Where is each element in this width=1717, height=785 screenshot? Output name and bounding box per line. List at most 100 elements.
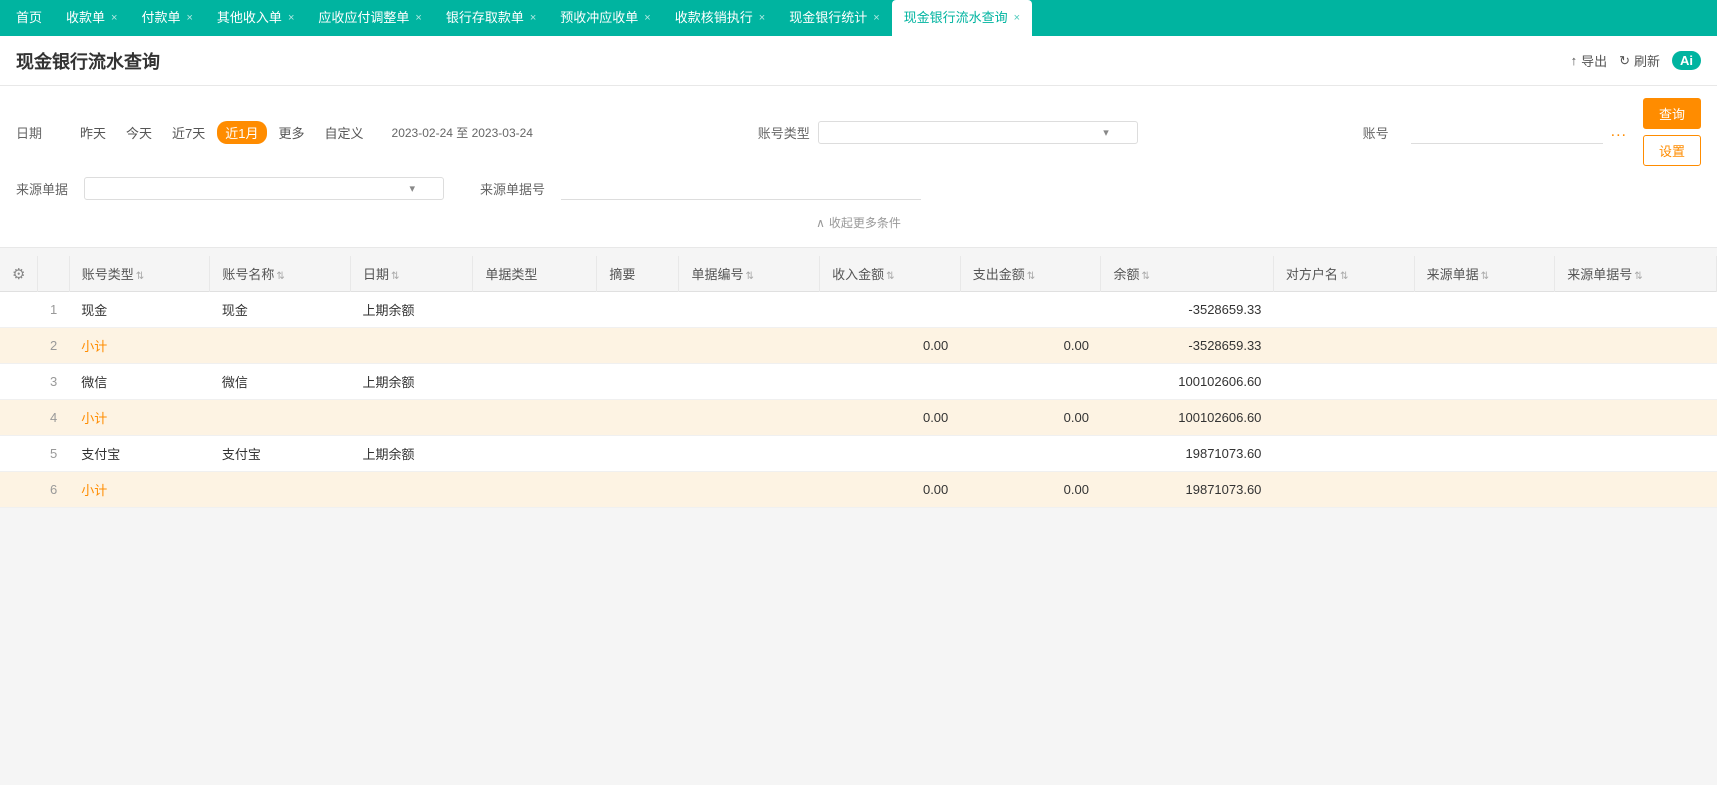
page-title: 现金银行流水查询 xyxy=(16,48,160,74)
chevron-down-icon2: ▾ xyxy=(409,182,415,195)
close-icon[interactable]: × xyxy=(186,0,192,36)
nav-tab-其他收入单[interactable]: 其他收入单× xyxy=(205,0,306,36)
col-账号名称[interactable]: 账号名称⇅ xyxy=(210,256,351,292)
source-doc-select[interactable]: ▾ xyxy=(84,177,444,200)
col-对方户名[interactable]: 对方户名⇅ xyxy=(1273,256,1414,292)
date-label: 日期 xyxy=(16,123,56,142)
date-option-今天[interactable]: 今天 xyxy=(118,121,160,144)
table-cell xyxy=(351,472,473,508)
table-cell: 支付宝 xyxy=(210,436,351,472)
table-cell xyxy=(1414,472,1555,508)
close-icon[interactable]: × xyxy=(288,0,294,36)
table-cell: 6 xyxy=(38,472,69,508)
table-row: 2小计0.000.00-3528659.33 xyxy=(0,328,1717,364)
sort-icon: ⇅ xyxy=(886,271,894,282)
query-button[interactable]: 查询 xyxy=(1643,98,1701,129)
nav-home[interactable]: 首页 xyxy=(4,0,54,36)
row-settings xyxy=(0,472,38,508)
table-cell: 小计 xyxy=(69,400,210,436)
date-option-自定义[interactable]: 自定义 xyxy=(317,121,372,144)
table-cell: 小计 xyxy=(69,472,210,508)
account-dots-button[interactable]: ... xyxy=(1611,123,1627,141)
action-buttons: 查询 设置 xyxy=(1643,98,1701,166)
refresh-icon: ↻ xyxy=(1619,53,1630,69)
sort-icon: ⇅ xyxy=(1340,271,1348,282)
table-cell: 0.00 xyxy=(960,328,1101,364)
date-options: 昨天今天近7天近1月更多自定义 xyxy=(72,121,372,144)
date-option-更多[interactable]: 更多 xyxy=(271,121,313,144)
nav-tab-付款单[interactable]: 付款单× xyxy=(129,0,204,36)
table-cell xyxy=(1273,364,1414,400)
table-cell xyxy=(960,436,1101,472)
sort-icon: ⇅ xyxy=(1481,271,1489,282)
table-cell: 5 xyxy=(38,436,69,472)
col-摘要: 摘要 xyxy=(597,256,679,292)
col-单据类型: 单据类型 xyxy=(473,256,597,292)
sort-icon: ⇅ xyxy=(1634,271,1642,282)
close-icon[interactable]: × xyxy=(1014,0,1020,36)
col-日期[interactable]: 日期⇅ xyxy=(351,256,473,292)
export-button[interactable]: ↑ 导出 xyxy=(1571,51,1608,70)
table-cell xyxy=(473,472,597,508)
table-cell xyxy=(679,328,820,364)
table-cell xyxy=(473,364,597,400)
col-余额[interactable]: 余额⇅ xyxy=(1101,256,1273,292)
header-actions: ↑ 导出 ↻ 刷新 Ai xyxy=(1571,51,1701,70)
date-range: 2023-02-24 至 2023-03-24 xyxy=(392,124,533,141)
table-cell: 19871073.60 xyxy=(1101,436,1273,472)
table-cell: 1 xyxy=(38,292,69,328)
account-type-label: 账号类型 xyxy=(758,123,810,142)
date-option-近7天[interactable]: 近7天 xyxy=(164,121,213,144)
export-icon: ↑ xyxy=(1571,53,1578,68)
table-cell: 0.00 xyxy=(820,400,961,436)
collapse-bar[interactable]: ∧ 收起更多条件 xyxy=(16,210,1701,235)
close-icon[interactable]: × xyxy=(415,0,421,36)
col-收入金额[interactable]: 收入金额⇅ xyxy=(820,256,961,292)
account-input[interactable] xyxy=(1411,120,1603,144)
table-cell: 0.00 xyxy=(960,400,1101,436)
date-option-近1月[interactable]: 近1月 xyxy=(217,121,266,144)
setting-button[interactable]: 设置 xyxy=(1643,135,1701,166)
date-option-昨天[interactable]: 昨天 xyxy=(72,121,114,144)
settings-column: ⚙ xyxy=(0,256,38,292)
filter-area: 日期 昨天今天近7天近1月更多自定义 2023-02-24 至 2023-03-… xyxy=(0,86,1717,248)
account-type-select[interactable]: ▾ xyxy=(818,121,1138,144)
source-doc-num-input[interactable] xyxy=(561,176,921,200)
close-icon[interactable]: × xyxy=(759,0,765,36)
table-cell xyxy=(1555,328,1717,364)
nav-tab-现金银行流水查询[interactable]: 现金银行流水查询× xyxy=(892,0,1032,36)
sort-icon: ⇅ xyxy=(1141,271,1149,282)
table-body: 1现金现金上期余额-3528659.332小计0.000.00-3528659.… xyxy=(0,292,1717,508)
table-cell: 2 xyxy=(38,328,69,364)
col-单据编号[interactable]: 单据编号⇅ xyxy=(679,256,820,292)
col-支出金额[interactable]: 支出金额⇅ xyxy=(960,256,1101,292)
filter-row-source: 来源单据 ▾ 来源单据号 xyxy=(16,176,1701,200)
data-table: ⚙ 账号类型⇅账号名称⇅日期⇅单据类型摘要单据编号⇅收入金额⇅支出金额⇅余额⇅对方… xyxy=(0,256,1717,508)
close-icon[interactable]: × xyxy=(111,0,117,36)
nav-tab-收款单[interactable]: 收款单× xyxy=(54,0,129,36)
close-icon[interactable]: × xyxy=(530,0,536,36)
nav-tab-现金银行统计[interactable]: 现金银行统计× xyxy=(777,0,891,36)
row-settings xyxy=(0,328,38,364)
ai-button[interactable]: Ai xyxy=(1672,51,1701,70)
table-cell xyxy=(597,328,679,364)
table-cell xyxy=(820,436,961,472)
col-来源单据[interactable]: 来源单据⇅ xyxy=(1414,256,1555,292)
sort-icon: ⇅ xyxy=(391,271,399,282)
nav-tab-银行存取款单[interactable]: 银行存取款单× xyxy=(434,0,548,36)
col-来源单据号[interactable]: 来源单据号⇅ xyxy=(1555,256,1717,292)
table-cell: 上期余额 xyxy=(351,364,473,400)
close-icon[interactable]: × xyxy=(644,0,650,36)
gear-icon[interactable]: ⚙ xyxy=(12,266,25,283)
table-cell: 4 xyxy=(38,400,69,436)
col-账号类型[interactable]: 账号类型⇅ xyxy=(69,256,210,292)
nav-tab-预收冲应收单[interactable]: 预收冲应收单× xyxy=(548,0,662,36)
table-cell: 支付宝 xyxy=(69,436,210,472)
filter-row-date: 日期 昨天今天近7天近1月更多自定义 2023-02-24 至 2023-03-… xyxy=(16,98,1701,166)
sort-icon: ⇅ xyxy=(276,271,284,282)
nav-tab-收款核销执行[interactable]: 收款核销执行× xyxy=(663,0,777,36)
close-icon[interactable]: × xyxy=(873,0,879,36)
refresh-button[interactable]: ↻ 刷新 xyxy=(1619,51,1660,70)
chevron-down-icon: ▾ xyxy=(1103,126,1109,139)
nav-tab-应收应付调整单[interactable]: 应收应付调整单× xyxy=(306,0,433,36)
